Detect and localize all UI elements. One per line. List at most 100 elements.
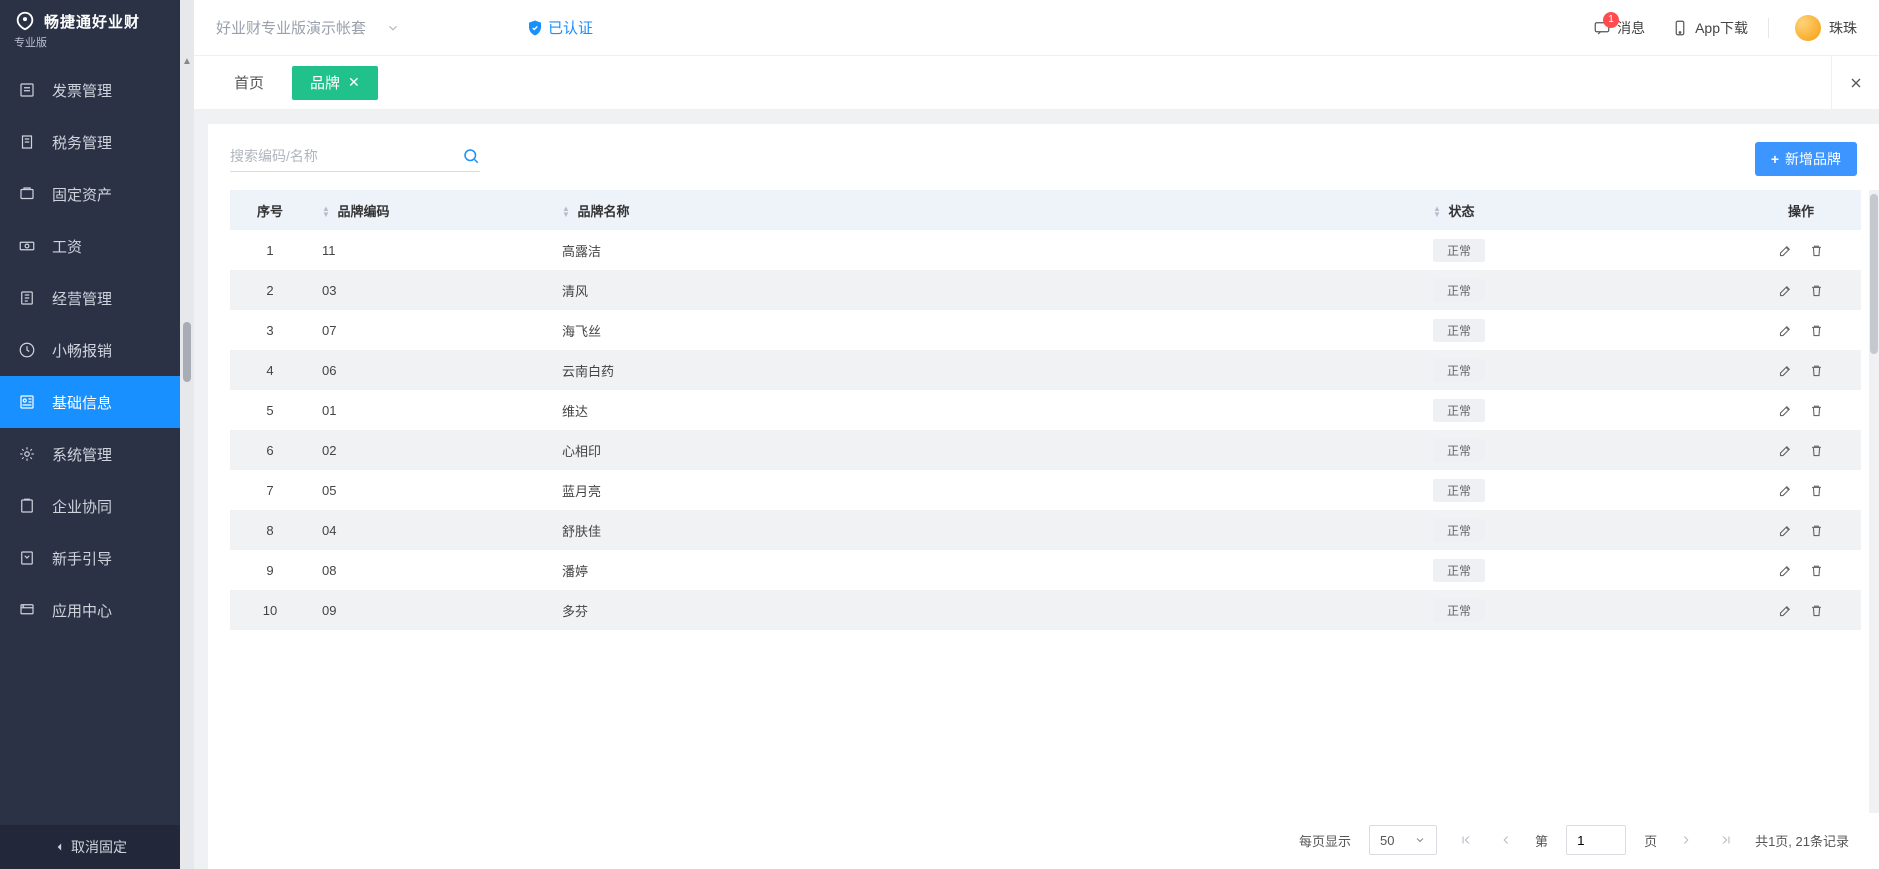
- sidebar-item-0[interactable]: 发票管理: [0, 64, 180, 116]
- cell-name: 舒肤佳: [550, 510, 1421, 550]
- sidebar-item-5[interactable]: 小畅报销: [0, 324, 180, 376]
- cell-ops: [1741, 310, 1861, 350]
- last-page-button[interactable]: [1715, 833, 1737, 847]
- topbar-divider: [1768, 18, 1769, 38]
- sidebar-item-9[interactable]: 新手引导: [0, 532, 180, 584]
- edit-icon[interactable]: [1778, 523, 1793, 538]
- last-page-icon: [1719, 833, 1733, 847]
- cell-ops: [1741, 270, 1861, 310]
- table-vertical-scrollbar[interactable]: [1869, 190, 1879, 813]
- sidebar-item-1[interactable]: 税务管理: [0, 116, 180, 168]
- sidebar-item-2[interactable]: 固定资产: [0, 168, 180, 220]
- tab-0[interactable]: 首页: [216, 66, 282, 100]
- page-summary: 共1页, 21条记录: [1755, 831, 1849, 850]
- first-page-icon: [1459, 833, 1473, 847]
- sidebar-item-label: 基础信息: [52, 392, 112, 413]
- search-button[interactable]: [462, 147, 480, 165]
- sidebar-item-3[interactable]: 工资: [0, 220, 180, 272]
- col-index[interactable]: 序号: [230, 190, 310, 230]
- edit-icon[interactable]: [1778, 483, 1793, 498]
- table-row[interactable]: 501维达正常: [230, 390, 1861, 430]
- sort-icon: ▲▼: [562, 206, 570, 218]
- edit-icon[interactable]: [1778, 603, 1793, 618]
- delete-icon[interactable]: [1809, 483, 1824, 498]
- sidebar-unpin-button[interactable]: 取消固定: [0, 825, 180, 869]
- edit-icon[interactable]: [1778, 243, 1793, 258]
- brand-logo[interactable]: 畅捷通好业财: [0, 0, 180, 34]
- add-brand-button[interactable]: + 新增品牌: [1755, 142, 1857, 176]
- cell-code: 09: [310, 590, 550, 630]
- verified-badge[interactable]: 已认证: [526, 17, 593, 38]
- sidebar-item-6[interactable]: 基础信息: [0, 376, 180, 428]
- delete-icon[interactable]: [1809, 563, 1824, 578]
- sidebar-item-10[interactable]: 应用中心: [0, 584, 180, 636]
- table-row[interactable]: 1009多芬正常: [230, 590, 1861, 630]
- cell-ops: [1741, 590, 1861, 630]
- delete-icon[interactable]: [1809, 283, 1824, 298]
- table-row[interactable]: 804舒肤佳正常: [230, 510, 1861, 550]
- cell-code: 01: [310, 390, 550, 430]
- table-row[interactable]: 705蓝月亮正常: [230, 470, 1861, 510]
- plus-icon: +: [1771, 151, 1779, 167]
- delete-icon[interactable]: [1809, 403, 1824, 418]
- prev-page-button[interactable]: [1495, 833, 1517, 847]
- edit-icon[interactable]: [1778, 563, 1793, 578]
- table-row[interactable]: 406云南白药正常: [230, 350, 1861, 390]
- sidebar-item-label: 经营管理: [52, 288, 112, 309]
- col-status[interactable]: ▲▼ 状态: [1421, 190, 1741, 230]
- delete-icon[interactable]: [1809, 443, 1824, 458]
- table-row[interactable]: 203清风正常: [230, 270, 1861, 310]
- table-scroll[interactable]: 序号 ▲▼ 品牌编码 ▲▼ 品牌名称 ▲▼: [208, 190, 1869, 813]
- tab-1[interactable]: 品牌 ✕: [292, 66, 378, 100]
- sidebar-item-4[interactable]: 经营管理: [0, 272, 180, 324]
- scroll-thumb[interactable]: [183, 322, 191, 382]
- user-menu[interactable]: 珠珠: [1795, 15, 1857, 41]
- table-row[interactable]: 602心相印正常: [230, 430, 1861, 470]
- first-page-button[interactable]: [1455, 833, 1477, 847]
- delete-icon[interactable]: [1809, 603, 1824, 618]
- cell-ops: [1741, 230, 1861, 270]
- delete-icon[interactable]: [1809, 363, 1824, 378]
- col-code[interactable]: ▲▼ 品牌编码: [310, 190, 550, 230]
- scroll-up-arrow[interactable]: ▲: [182, 56, 192, 66]
- sidebar-item-7[interactable]: 系统管理: [0, 428, 180, 480]
- account-select[interactable]: 好业财专业版演示帐套: [216, 17, 516, 38]
- cell-index: 9: [230, 550, 310, 590]
- delete-icon[interactable]: [1809, 323, 1824, 338]
- sidebar-scrollbar[interactable]: ▲: [180, 0, 194, 869]
- next-page-button[interactable]: [1675, 833, 1697, 847]
- delete-icon[interactable]: [1809, 243, 1824, 258]
- edit-icon[interactable]: [1778, 283, 1793, 298]
- search-input[interactable]: [230, 148, 462, 164]
- close-all-tabs-button[interactable]: [1831, 56, 1879, 110]
- tab-label: 品牌: [310, 72, 340, 93]
- edit-icon[interactable]: [1778, 443, 1793, 458]
- page-input[interactable]: [1566, 825, 1626, 855]
- edit-icon[interactable]: [1778, 403, 1793, 418]
- table-row[interactable]: 908潘婷正常: [230, 550, 1861, 590]
- delete-icon[interactable]: [1809, 523, 1824, 538]
- cell-name: 潘婷: [550, 550, 1421, 590]
- messages-button[interactable]: 1 消息: [1593, 18, 1645, 38]
- invoice-icon: [18, 81, 36, 99]
- sidebar-item-8[interactable]: 企业协同: [0, 480, 180, 532]
- cell-status: 正常: [1421, 430, 1741, 470]
- tab-close-button[interactable]: ✕: [348, 74, 360, 91]
- edit-icon[interactable]: [1778, 323, 1793, 338]
- content-card: + 新增品牌 序号 ▲▼ 品牌编码: [208, 124, 1879, 869]
- cell-status: 正常: [1421, 510, 1741, 550]
- app-download-button[interactable]: App下载: [1671, 18, 1748, 38]
- messages-label: 消息: [1617, 18, 1645, 38]
- per-page-select[interactable]: 50: [1369, 825, 1437, 855]
- cell-name: 云南白药: [550, 350, 1421, 390]
- table-row[interactable]: 111高露洁正常: [230, 230, 1861, 270]
- table-row[interactable]: 307海飞丝正常: [230, 310, 1861, 350]
- sidebar-item-label: 企业协同: [52, 496, 112, 517]
- col-name[interactable]: ▲▼ 品牌名称: [550, 190, 1421, 230]
- cell-code: 04: [310, 510, 550, 550]
- cell-status: 正常: [1421, 230, 1741, 270]
- cell-index: 10: [230, 590, 310, 630]
- cell-status: 正常: [1421, 350, 1741, 390]
- sidebar-item-label: 固定资产: [52, 184, 112, 205]
- edit-icon[interactable]: [1778, 363, 1793, 378]
